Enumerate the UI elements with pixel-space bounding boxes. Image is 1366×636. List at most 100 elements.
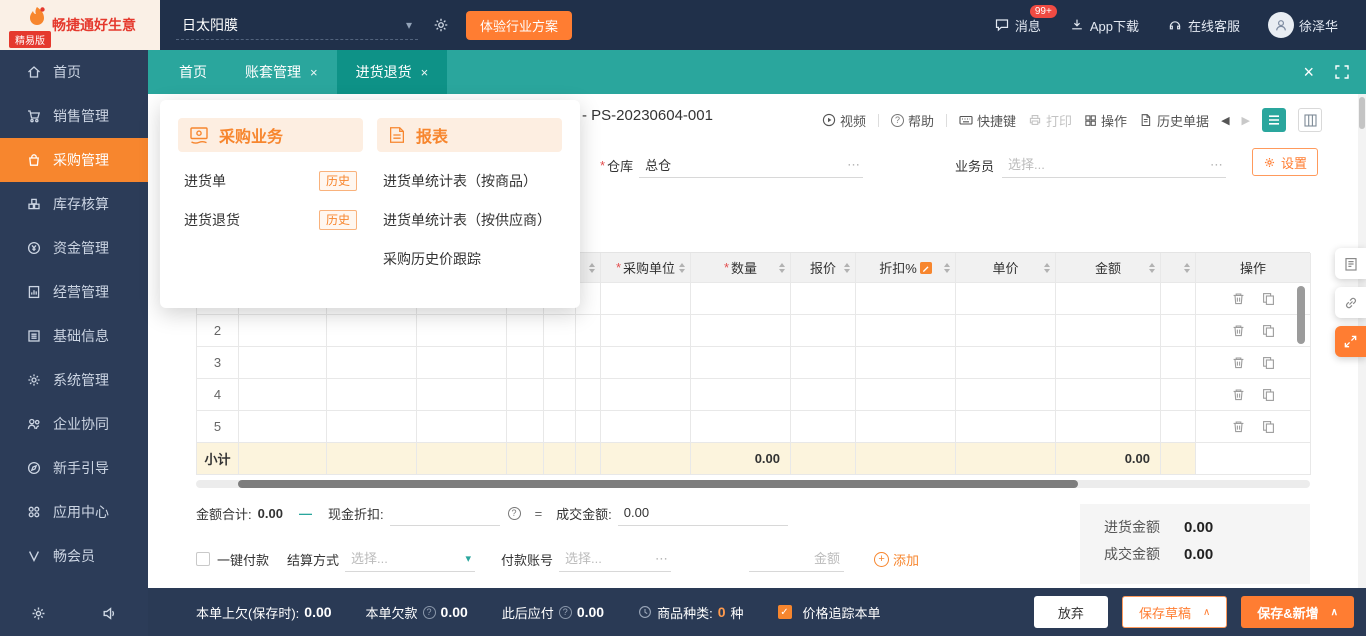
menu-item-purchase-order[interactable]: 进货单 历史 bbox=[178, 171, 363, 191]
delete-icon[interactable] bbox=[1231, 387, 1246, 402]
grid-cell[interactable] bbox=[327, 347, 417, 379]
sort-icon[interactable] bbox=[1184, 263, 1190, 273]
table-vertical-scrollbar[interactable] bbox=[1297, 286, 1305, 344]
grid-cell[interactable] bbox=[601, 379, 691, 411]
grid-cell[interactable] bbox=[856, 347, 956, 379]
grid-cell[interactable] bbox=[1161, 347, 1196, 379]
grid-cell[interactable] bbox=[507, 411, 544, 443]
grid-cell[interactable] bbox=[327, 379, 417, 411]
table-horizontal-scrollbar[interactable] bbox=[196, 480, 1310, 488]
copy-icon[interactable] bbox=[1261, 387, 1276, 402]
fullscreen-icon[interactable] bbox=[1334, 64, 1350, 80]
prev-doc-icon[interactable]: ◀ bbox=[1221, 114, 1229, 127]
sort-icon[interactable] bbox=[944, 263, 950, 273]
sidebar-item-sales[interactable]: 销售管理 bbox=[0, 94, 148, 138]
settle-method-select[interactable] bbox=[345, 551, 475, 566]
grid-cell[interactable] bbox=[576, 347, 601, 379]
grid-cell[interactable] bbox=[856, 315, 956, 347]
scrollbar-thumb[interactable] bbox=[238, 480, 1078, 488]
tab-home[interactable]: 首页 bbox=[160, 50, 226, 94]
app-download-button[interactable]: App下载 bbox=[1069, 16, 1139, 35]
salesman-input[interactable] bbox=[1002, 157, 1226, 172]
batch-edit-icon[interactable] bbox=[920, 262, 932, 274]
grid-cell[interactable] bbox=[791, 379, 856, 411]
delete-icon[interactable] bbox=[1231, 355, 1246, 370]
grid-cell[interactable] bbox=[576, 379, 601, 411]
menu-item-stats-by-product[interactable]: 进货单统计表（按商品） bbox=[377, 171, 562, 191]
menu-item-price-history[interactable]: 采购历史价跟踪 bbox=[377, 249, 562, 269]
grid-cell[interactable] bbox=[956, 379, 1056, 411]
grid-cell[interactable] bbox=[856, 379, 956, 411]
deal-amount-input[interactable] bbox=[618, 505, 788, 520]
picker-ellipsis-icon[interactable]: ⋯ bbox=[1210, 157, 1224, 173]
sidebar-item-home[interactable]: 首页 bbox=[0, 50, 148, 94]
sort-icon[interactable] bbox=[1044, 263, 1050, 273]
scrollbar-thumb[interactable] bbox=[1359, 97, 1365, 129]
tabbar-close-icon[interactable]: × bbox=[1303, 63, 1314, 81]
grid-cell[interactable] bbox=[791, 283, 856, 315]
save-draft-button[interactable]: 保存草稿 ∧ bbox=[1122, 596, 1227, 628]
grid-cell[interactable] bbox=[791, 411, 856, 443]
grid-cell[interactable] bbox=[1161, 315, 1196, 347]
abandon-button[interactable]: 放弃 bbox=[1034, 596, 1108, 628]
save-and-new-button[interactable]: 保存&新增 ∧ bbox=[1241, 596, 1354, 628]
sidebar-item-base-info[interactable]: 基础信息 bbox=[0, 314, 148, 358]
history-badge[interactable]: 历史 bbox=[319, 210, 357, 230]
grid-cell[interactable] bbox=[576, 315, 601, 347]
sort-icon[interactable] bbox=[844, 263, 850, 273]
grid-cell[interactable] bbox=[956, 411, 1056, 443]
announcement-speaker-icon[interactable] bbox=[101, 605, 118, 622]
link-button[interactable] bbox=[1335, 287, 1366, 318]
delete-icon[interactable] bbox=[1231, 419, 1246, 434]
menu-item-purchase-return[interactable]: 进货退货 历史 bbox=[178, 210, 363, 230]
grid-cell[interactable] bbox=[691, 347, 791, 379]
copy-icon[interactable] bbox=[1261, 291, 1276, 306]
grid-cell[interactable] bbox=[507, 347, 544, 379]
grid-cell[interactable] bbox=[239, 379, 327, 411]
menu-item-stats-by-supplier[interactable]: 进货单统计表（按供应商） bbox=[377, 210, 562, 230]
user-menu[interactable]: 徐泽华 bbox=[1268, 12, 1338, 38]
grid-cell[interactable] bbox=[601, 315, 691, 347]
grid-cell[interactable] bbox=[1056, 379, 1161, 411]
delete-icon[interactable] bbox=[1231, 291, 1246, 306]
board-view-toggle[interactable] bbox=[1298, 108, 1322, 132]
picker-ellipsis-icon[interactable]: ⋯ bbox=[847, 157, 861, 173]
grid-cell[interactable] bbox=[417, 411, 507, 443]
grid-cell[interactable] bbox=[601, 411, 691, 443]
grid-cell[interactable] bbox=[544, 411, 576, 443]
expand-button[interactable] bbox=[1335, 326, 1366, 357]
sidebar-item-purchase[interactable]: 采购管理 bbox=[0, 138, 148, 182]
settings-gear-icon[interactable] bbox=[30, 605, 47, 622]
grid-cell[interactable] bbox=[691, 411, 791, 443]
print-button[interactable]: 打印 bbox=[1028, 111, 1072, 130]
grid-cell[interactable] bbox=[239, 347, 327, 379]
help-circle-icon[interactable]: ? bbox=[423, 606, 436, 619]
sidebar-item-operations[interactable]: 经营管理 bbox=[0, 270, 148, 314]
grid-cell[interactable] bbox=[1161, 379, 1196, 411]
grid-cell[interactable] bbox=[956, 283, 1056, 315]
store-settings-gear-icon[interactable] bbox=[432, 16, 450, 34]
col-quantity[interactable]: *数量 bbox=[691, 253, 791, 283]
grid-cell[interactable] bbox=[507, 315, 544, 347]
grid-cell[interactable] bbox=[1056, 283, 1161, 315]
grid-cell[interactable] bbox=[1161, 283, 1196, 315]
price-track-checkbox[interactable]: ✓ bbox=[778, 605, 792, 619]
grid-cell[interactable] bbox=[1161, 411, 1196, 443]
industry-solution-button[interactable]: 体验行业方案 bbox=[466, 11, 572, 40]
grid-cell[interactable] bbox=[239, 411, 327, 443]
next-doc-icon[interactable]: ▶ bbox=[1242, 114, 1250, 127]
grid-cell[interactable] bbox=[239, 315, 327, 347]
grid-cell[interactable] bbox=[417, 347, 507, 379]
grid-cell[interactable] bbox=[691, 379, 791, 411]
tab-account-management[interactable]: 账套管理 × bbox=[226, 50, 337, 94]
grid-cell[interactable] bbox=[544, 315, 576, 347]
copy-icon[interactable] bbox=[1261, 355, 1276, 370]
list-view-toggle[interactable] bbox=[1262, 108, 1286, 132]
col-blank[interactable] bbox=[1161, 253, 1196, 283]
sidebar-item-collab[interactable]: 企业协同 bbox=[0, 402, 148, 446]
grid-cell[interactable] bbox=[544, 379, 576, 411]
sidebar-item-system[interactable]: 系统管理 bbox=[0, 358, 148, 402]
grid-cell[interactable] bbox=[1056, 411, 1161, 443]
grid-cell[interactable] bbox=[791, 347, 856, 379]
add-payment-button[interactable]: + 添加 bbox=[874, 550, 919, 569]
